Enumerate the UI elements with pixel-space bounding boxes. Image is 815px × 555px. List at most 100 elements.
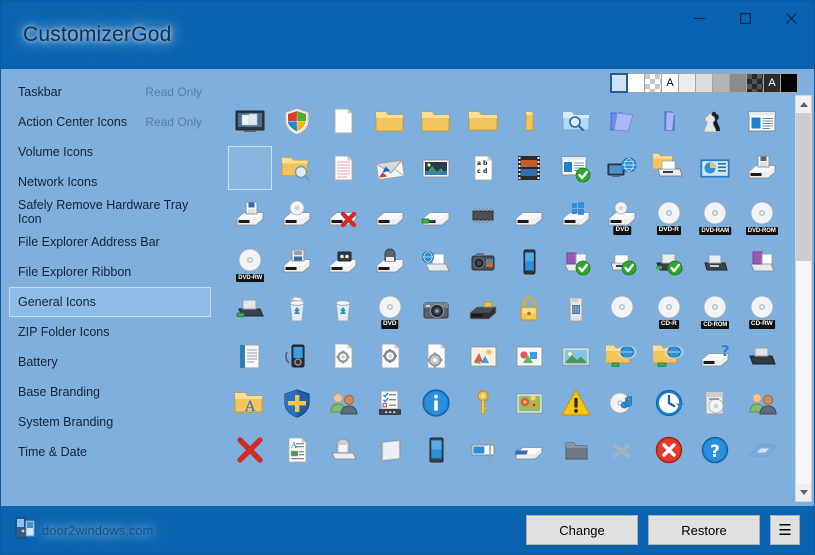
swatch-black[interactable] [780, 73, 798, 93]
swatch-white[interactable] [627, 73, 645, 93]
drive-floppy-3-icon[interactable] [275, 240, 319, 284]
disc-cd-rw-icon[interactable]: CD-RW [740, 287, 784, 331]
sidebar-item-action-center-icons[interactable]: Action Center Icons Read Only [9, 107, 211, 137]
sidebar-item-file-explorer-ribbon[interactable]: File Explorer Ribbon [9, 257, 211, 287]
swatch-light-blue[interactable] [610, 73, 628, 93]
fonts-folder-icon[interactable]: A [228, 381, 272, 425]
empty-slot[interactable] [228, 145, 273, 190]
floppy-drive-icon[interactable] [740, 146, 784, 190]
camera-icon[interactable] [414, 287, 458, 331]
warning-icon[interactable] [554, 381, 598, 425]
folder-dark-icon[interactable] [554, 428, 598, 472]
mail-envelope-icon[interactable] [368, 146, 412, 190]
rich-document-icon[interactable]: A [275, 428, 319, 472]
disc-dvd-rom-icon[interactable]: DVD-ROM [740, 193, 784, 237]
printer-plain-icon[interactable] [693, 240, 737, 284]
maximize-button[interactable] [722, 1, 768, 35]
memory-card-icon[interactable] [554, 287, 598, 331]
recycle-bin-full-icon[interactable] [275, 287, 319, 331]
scroll-down-arrow[interactable] [796, 484, 811, 501]
swatch-gray-95[interactable] [678, 73, 696, 93]
task-checklist-icon[interactable] [368, 381, 412, 425]
network-printer-icon[interactable] [414, 240, 458, 284]
drive-network-icon[interactable] [414, 193, 458, 237]
disc-cd-r-icon[interactable]: CD-R [647, 287, 691, 331]
printer-default-icon[interactable] [554, 240, 598, 284]
drive-zip-icon[interactable] [368, 240, 412, 284]
disc-dvd-r-icon[interactable]: DVD-R [647, 193, 691, 237]
folder-blue-thin-icon[interactable] [647, 99, 691, 143]
drive-disc-icon[interactable] [275, 193, 319, 237]
folder-magnifier-icon[interactable] [275, 146, 319, 190]
flatbed-scanner-icon[interactable] [507, 428, 551, 472]
printer-net-check-icon[interactable] [647, 240, 691, 284]
disc-dvd-ram-icon[interactable]: DVD-RAM [693, 193, 737, 237]
folder-open-icon[interactable] [414, 99, 458, 143]
information-icon[interactable] [414, 381, 458, 425]
desktop-monitor-icon[interactable] [228, 99, 272, 143]
users-group-icon[interactable] [321, 381, 365, 425]
swatch-dark-checker[interactable] [746, 73, 764, 93]
memory-chip-icon[interactable] [461, 193, 505, 237]
folder-search-icon[interactable] [554, 99, 598, 143]
window-check-icon[interactable] [554, 146, 598, 190]
sidebar-item-network-icons[interactable]: Network Icons [9, 167, 211, 197]
history-clock-icon[interactable] [647, 381, 691, 425]
disc-cd-rom-icon[interactable]: CD-ROM [693, 287, 737, 331]
swatch-gray-50[interactable] [729, 73, 747, 93]
sidebar-item-file-explorer-address-bar[interactable]: File Explorer Address Bar [9, 227, 211, 257]
sidebar-item-general-icons[interactable]: General Icons [9, 287, 211, 317]
games-chess-icon[interactable] [693, 99, 737, 143]
document-properties-icon[interactable] [228, 334, 272, 378]
brand-link[interactable]: door2windows.com [15, 517, 153, 544]
drive-plain-2-icon[interactable] [507, 193, 551, 237]
system-file-icon[interactable] [414, 334, 458, 378]
swatch-dark-text[interactable]: A [763, 73, 781, 93]
close-button[interactable] [768, 1, 814, 35]
tablet-device-icon[interactable] [414, 428, 458, 472]
sidebar-item-system-branding[interactable]: System Branding [9, 407, 211, 437]
folder-blue-open-icon[interactable] [600, 99, 644, 143]
scroll-up-arrow[interactable] [796, 96, 811, 113]
document-settings-icon[interactable] [321, 334, 365, 378]
error-icon[interactable] [647, 428, 691, 472]
printer-dark-icon[interactable] [740, 334, 784, 378]
window-stack-icon[interactable] [740, 428, 784, 472]
shapes-image-icon[interactable] [507, 334, 551, 378]
scrollbar-track[interactable] [796, 113, 811, 484]
folder-printer-icon[interactable] [647, 146, 691, 190]
monitor-wide-icon[interactable] [461, 428, 505, 472]
users-group-2-icon[interactable] [740, 381, 784, 425]
folder-wide-icon[interactable] [461, 99, 505, 143]
broken-link-icon[interactable] [600, 428, 644, 472]
folder-closed-icon[interactable] [368, 99, 412, 143]
sidebar-item-battery[interactable]: Battery [9, 347, 211, 377]
disc-burn-icon[interactable] [693, 381, 737, 425]
scanner-icon[interactable] [321, 428, 365, 472]
display-panel-icon[interactable] [368, 428, 412, 472]
printer-green-icon[interactable] [228, 287, 272, 331]
key-icon[interactable] [461, 381, 505, 425]
network-computer-icon[interactable] [600, 146, 644, 190]
security-shield-icon[interactable] [275, 381, 319, 425]
font-file-icon[interactable]: ab cd [461, 146, 505, 190]
photo-landscape-icon[interactable] [554, 334, 598, 378]
paint-image-icon[interactable] [461, 334, 505, 378]
photo-flower-icon[interactable] [507, 381, 551, 425]
windows-shield-icon[interactable] [275, 99, 319, 143]
presentation-chart-icon[interactable] [693, 146, 737, 190]
sidebar-item-safely-remove-hardware-tray-icon[interactable]: Safely Remove Hardware Tray Icon [9, 197, 211, 227]
delete-x-icon[interactable] [228, 428, 272, 472]
folder-network-icon[interactable] [600, 334, 644, 378]
audio-cd-icon[interactable] [600, 381, 644, 425]
folder-thin-icon[interactable] [507, 99, 551, 143]
vertical-scrollbar[interactable] [795, 95, 812, 502]
video-camera-icon[interactable] [461, 240, 505, 284]
swatch-gray-65[interactable] [712, 73, 730, 93]
change-button[interactable]: Change [526, 515, 638, 545]
drive-plain-icon[interactable] [368, 193, 412, 237]
folder-network-2-icon[interactable] [647, 334, 691, 378]
sidebar-item-taskbar[interactable]: Taskbar Read Only [9, 77, 211, 107]
drive-error-icon[interactable] [321, 193, 365, 237]
padlock-icon[interactable] [507, 287, 551, 331]
